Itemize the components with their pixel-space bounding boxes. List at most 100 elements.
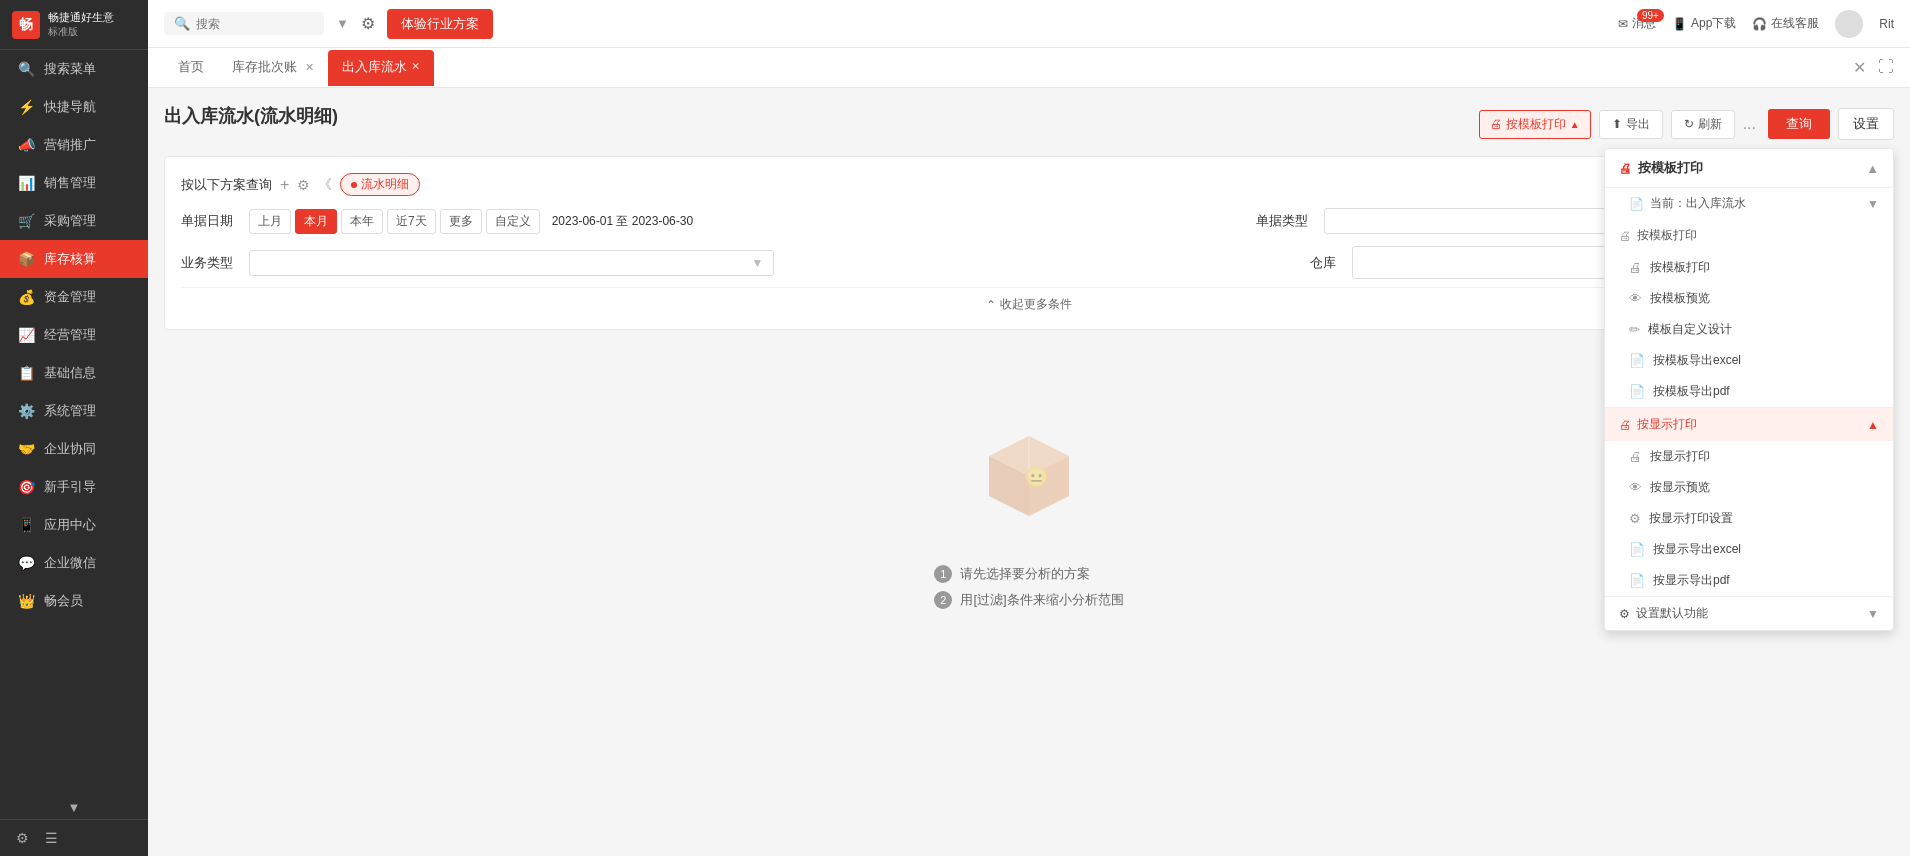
sidebar-item-label: 畅会员 xyxy=(44,592,83,610)
add-condition-btn[interactable]: + xyxy=(280,176,289,194)
template-print-item[interactable]: 🖨 按模板打印 xyxy=(1605,252,1893,283)
message-btn[interactable]: ✉ 消息 99+ xyxy=(1618,15,1656,32)
more-date-btn[interactable]: 更多 xyxy=(440,209,482,234)
sidebar-item-basic-info[interactable]: 📋 基础信息 xyxy=(0,354,148,392)
window-close-icon[interactable]: ✕ xyxy=(1853,58,1866,77)
page-header-toolbar: 出入库流水(流水明细) 🖨 按模板打印 ▲ ⬆ 导出 ↻ 刷新 xyxy=(164,104,1894,144)
scroll-down-indicator[interactable]: ▼ xyxy=(0,796,148,819)
sidebar-item-label: 资金管理 xyxy=(44,288,96,306)
template-section-header[interactable]: 🖨 按模板打印 xyxy=(1605,219,1893,252)
sidebar-item-system[interactable]: ⚙️ 系统管理 xyxy=(0,392,148,430)
last-7-days-btn[interactable]: 近7天 xyxy=(387,209,436,234)
sidebar-item-sales[interactable]: 📊 销售管理 xyxy=(0,164,148,202)
app-download-btn[interactable]: 📱 App下载 xyxy=(1672,15,1736,32)
print-icon: 🖨 xyxy=(1490,117,1502,131)
filter-collapse-icon[interactable]: 《 xyxy=(318,176,332,194)
search-input[interactable] xyxy=(196,17,314,31)
sidebar-item-operations[interactable]: 📈 经营管理 xyxy=(0,316,148,354)
trial-btn[interactable]: 体验行业方案 xyxy=(387,9,493,39)
sidebar-item-vip-member[interactable]: 👑 畅会员 xyxy=(0,582,148,620)
search-icon: 🔍 xyxy=(174,16,190,31)
dropdown-print-icon: 🖨 xyxy=(1619,161,1632,176)
logo-title: 畅捷通好生意 xyxy=(48,10,114,24)
display-print-item[interactable]: 🖨 按显示打印 xyxy=(1605,441,1893,472)
logo-icon: 畅 xyxy=(12,11,40,39)
sidebar-item-marketing[interactable]: 📣 营销推广 xyxy=(0,126,148,164)
window-controls: ✕ ⛶ xyxy=(1853,58,1894,77)
sidebar-menu-icon[interactable]: ☰ xyxy=(45,830,58,846)
app-download-label: App下载 xyxy=(1691,15,1736,32)
sidebar-nav: 🔍 搜索菜单 ⚡ 快捷导航 📣 营销推广 📊 销售管理 🛒 采购管理 📦 库存核… xyxy=(0,50,148,796)
sidebar-item-guide[interactable]: 🎯 新手引导 xyxy=(0,468,148,506)
display-pdf-icon: 📄 xyxy=(1629,573,1645,588)
export-btn[interactable]: ⬆ 导出 xyxy=(1599,110,1663,139)
refresh-btn[interactable]: ↻ 刷新 xyxy=(1671,110,1735,139)
display-export-pdf-item[interactable]: 📄 按显示导出pdf xyxy=(1605,565,1893,596)
sidebar-item-quick-nav[interactable]: ⚡ 快捷导航 xyxy=(0,88,148,126)
username-label: Rit xyxy=(1879,17,1894,31)
template-custom-item[interactable]: ✏ 模板自定义设计 xyxy=(1605,314,1893,345)
template-custom-label: 模板自定义设计 xyxy=(1648,321,1732,338)
logo-subtitle: 标准版 xyxy=(48,25,114,39)
sidebar-settings-icon[interactable]: ⚙ xyxy=(16,830,29,846)
current-month-btn[interactable]: 本月 xyxy=(295,209,337,234)
window-expand-icon[interactable]: ⛶ xyxy=(1878,58,1894,77)
display-print-settings-item[interactable]: ⚙ 按显示打印设置 xyxy=(1605,503,1893,534)
tab-flow-label: 出入库流水 xyxy=(342,58,407,76)
search-box[interactable]: 🔍 xyxy=(164,12,324,35)
tab-home[interactable]: 首页 xyxy=(164,50,218,86)
online-service-label: 在线客服 xyxy=(1771,15,1819,32)
collapse-btn[interactable]: ⌃ 收起更多条件 xyxy=(986,296,1072,313)
empty-step-2: 2 用[过滤]条件来缩小分析范围 xyxy=(934,591,1123,609)
template-export-excel-item[interactable]: 📄 按模板导出excel xyxy=(1605,345,1893,376)
settings-btn[interactable]: 设置 xyxy=(1838,108,1894,140)
template-section-label: 按模板打印 xyxy=(1637,227,1697,244)
display-section-header[interactable]: 🖨 按显示打印 ▲ xyxy=(1605,408,1893,441)
refresh-label: 刷新 xyxy=(1698,116,1722,133)
tab-batch-close-icon[interactable]: ✕ xyxy=(305,61,314,73)
step-2-label: 用[过滤]条件来缩小分析范围 xyxy=(960,591,1123,609)
template-preview-item[interactable]: 👁 按模板预览 xyxy=(1605,283,1893,314)
display-preview-icon: 👁 xyxy=(1629,480,1642,495)
business-type-label: 业务类型 xyxy=(181,254,233,272)
display-preview-item[interactable]: 👁 按显示预览 xyxy=(1605,472,1893,503)
filter-tag-item[interactable]: 流水明细 xyxy=(340,173,420,196)
online-service-btn[interactable]: 🎧 在线客服 xyxy=(1752,15,1819,32)
tab-batch-account[interactable]: 库存批次账 ✕ xyxy=(218,50,328,86)
sidebar-item-label: 销售管理 xyxy=(44,174,96,192)
dropdown-footer[interactable]: ⚙ 设置默认功能 ▼ xyxy=(1605,597,1893,630)
sidebar-item-app-center[interactable]: 📱 应用中心 xyxy=(0,506,148,544)
sidebar-item-inventory[interactable]: 📦 库存核算 xyxy=(0,240,148,278)
sidebar-item-enterprise-wechat[interactable]: 💬 企业微信 xyxy=(0,544,148,582)
print-template-btn[interactable]: 🖨 按模板打印 ▲ xyxy=(1479,110,1591,139)
dropdown-current-section[interactable]: 📄 当前：出入库流水 ▼ xyxy=(1605,188,1893,219)
print-chevron-icon: ▲ xyxy=(1570,119,1580,130)
display-export-excel-label: 按显示导出excel xyxy=(1653,541,1741,558)
sidebar-item-purchase[interactable]: 🛒 采购管理 xyxy=(0,202,148,240)
gear-icon: ⚙️ xyxy=(16,403,36,419)
dropdown-close-icon[interactable]: ▲ xyxy=(1866,161,1879,176)
filter-settings-icon[interactable]: ⚙ xyxy=(297,177,310,193)
tab-flow[interactable]: 出入库流水 ✕ xyxy=(328,50,434,86)
dropdown-title: 按模板打印 xyxy=(1638,159,1703,177)
sidebar-item-enterprise[interactable]: 🤝 企业协同 xyxy=(0,430,148,468)
prev-month-btn[interactable]: 上月 xyxy=(249,209,291,234)
clipboard-icon: 📋 xyxy=(16,365,36,381)
business-type-select[interactable]: ▼ xyxy=(249,250,774,276)
sidebar-item-finance[interactable]: 💰 资金管理 xyxy=(0,278,148,316)
tab-batch-label: 库存批次账 xyxy=(232,59,297,74)
sidebar-item-search-menu[interactable]: 🔍 搜索菜单 xyxy=(0,50,148,88)
flash-icon: ⚡ xyxy=(16,99,36,115)
sidebar-item-label: 快捷导航 xyxy=(44,98,96,116)
query-btn[interactable]: 查询 xyxy=(1768,109,1830,139)
template-export-pdf-item[interactable]: 📄 按模板导出pdf xyxy=(1605,376,1893,407)
current-year-btn[interactable]: 本年 xyxy=(341,209,383,234)
sidebar-item-label: 搜索菜单 xyxy=(44,60,96,78)
tab-flow-close-icon[interactable]: ✕ xyxy=(411,60,420,73)
topbar-gear-icon[interactable]: ⚙ xyxy=(361,14,375,33)
date-filter-group: 上月 本月 本年 近7天 更多 自定义 2023-06-01 至 2023-06… xyxy=(249,209,693,234)
display-export-excel-item[interactable]: 📄 按显示导出excel xyxy=(1605,534,1893,565)
custom-date-btn[interactable]: 自定义 xyxy=(486,209,540,234)
user-avatar[interactable] xyxy=(1835,10,1863,38)
more-options-icon[interactable]: ... xyxy=(1743,115,1756,133)
